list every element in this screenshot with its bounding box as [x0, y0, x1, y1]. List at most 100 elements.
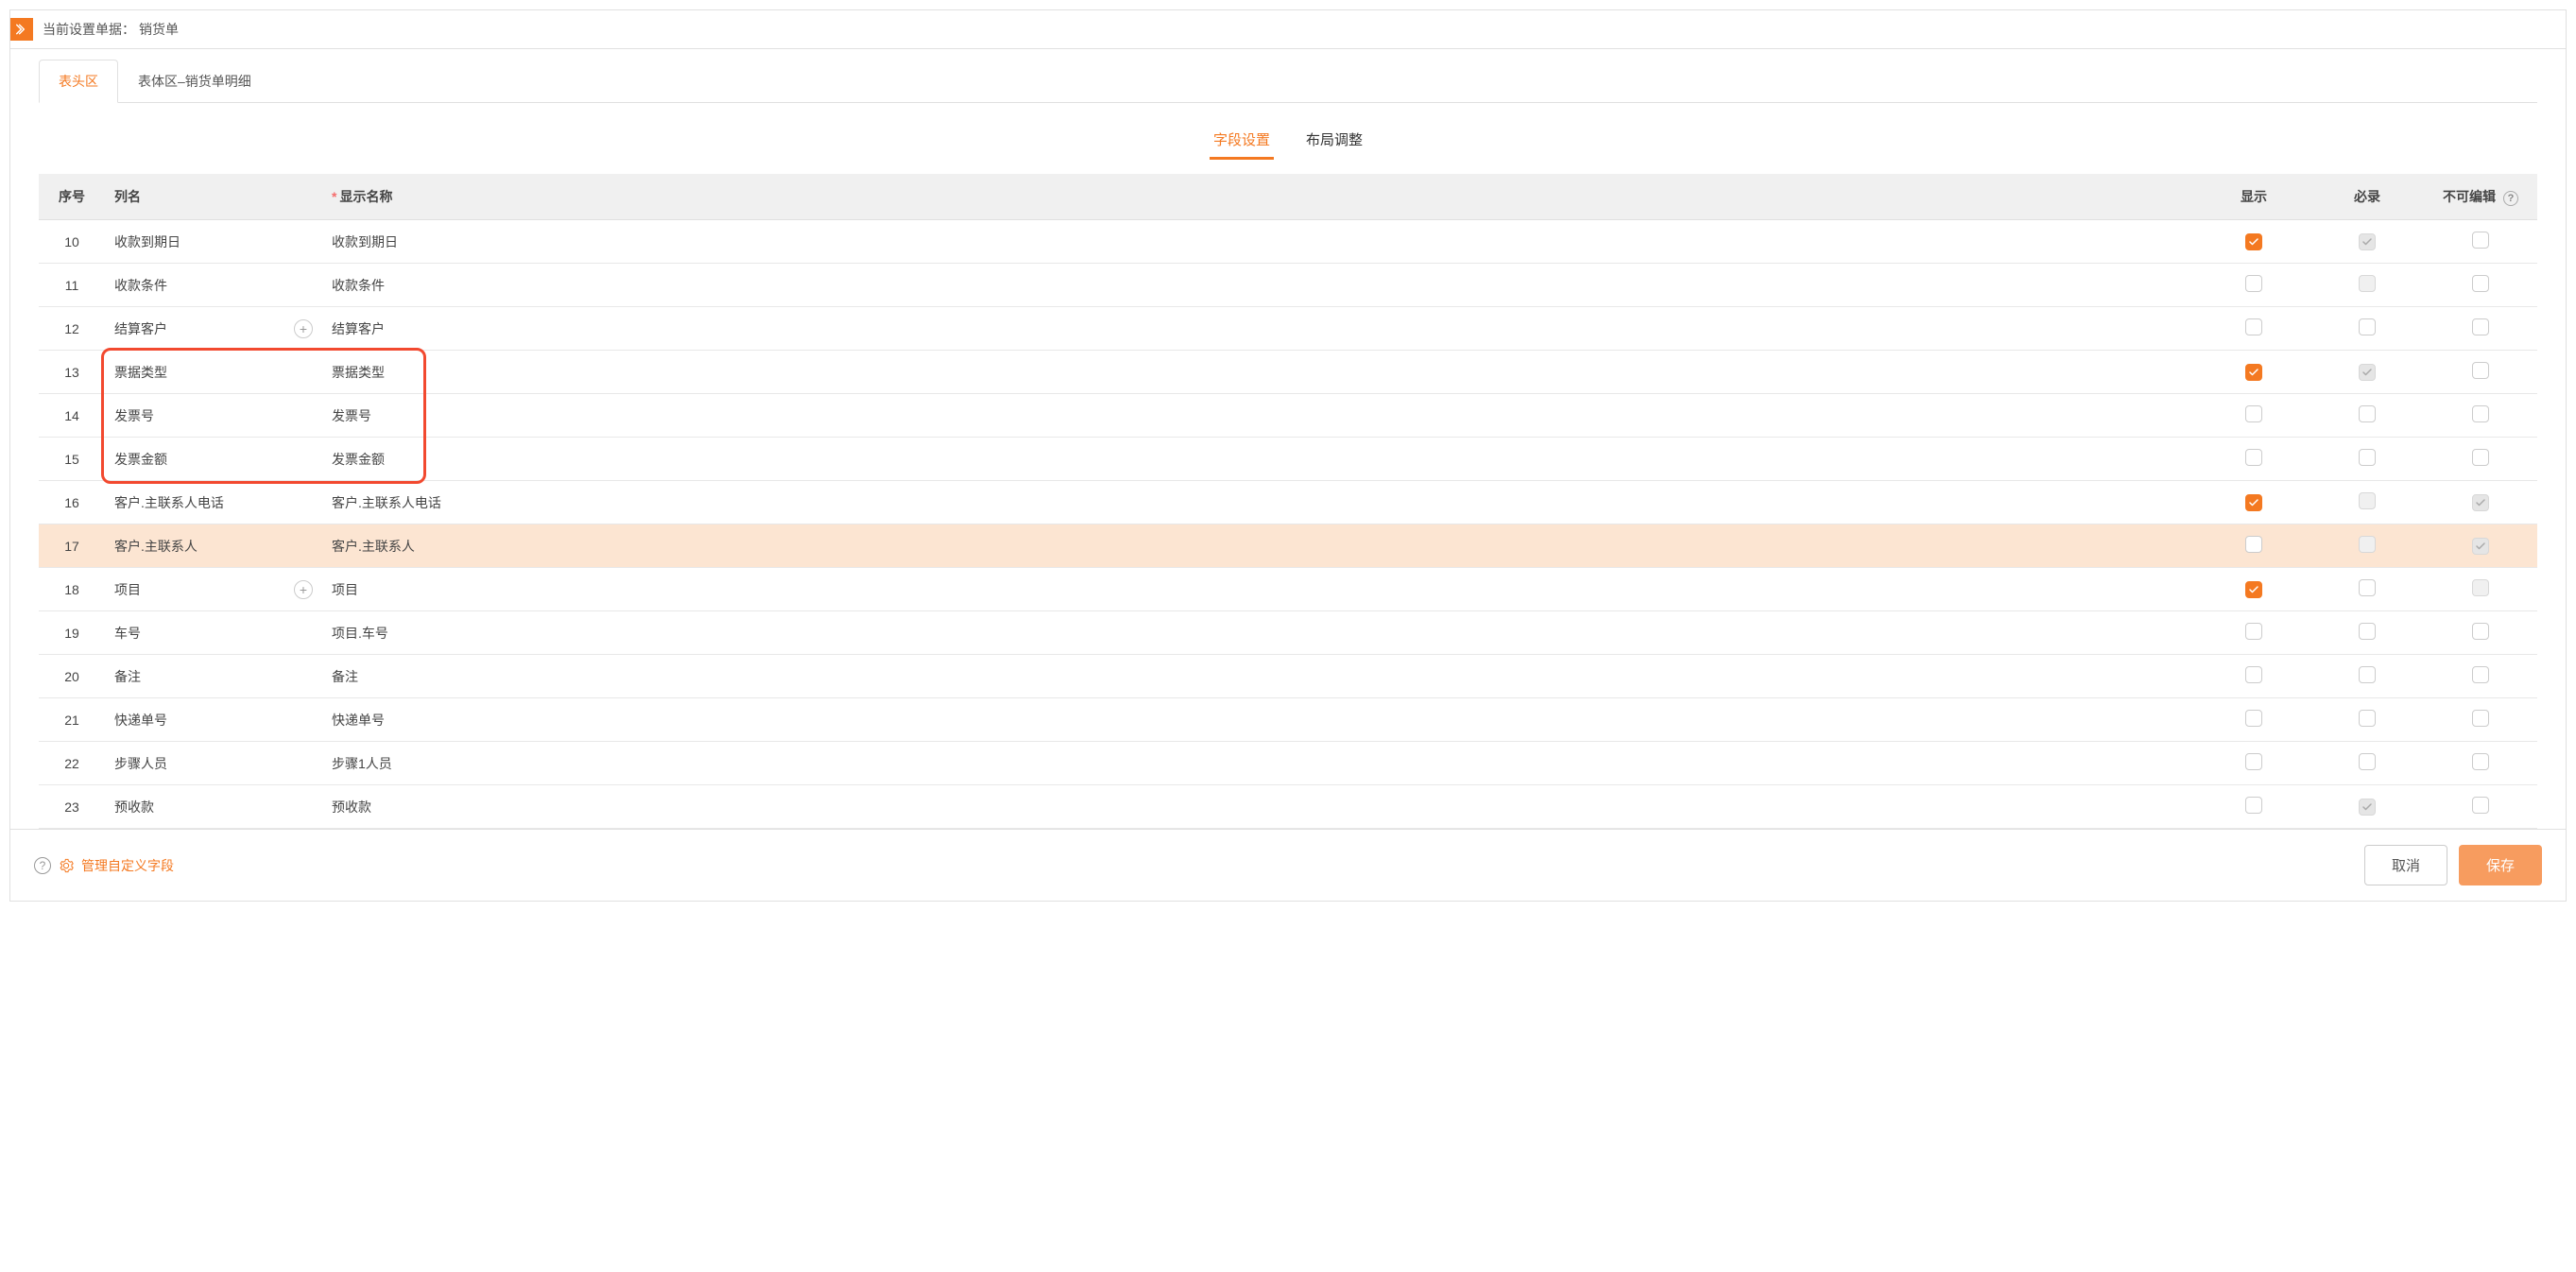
row-seq: 18 — [39, 568, 105, 611]
checkbox-show[interactable] — [2245, 536, 2262, 553]
row-noedit-cell — [2424, 742, 2537, 785]
checkbox-required[interactable] — [2359, 405, 2376, 422]
checkbox-required[interactable] — [2359, 710, 2376, 727]
table-row: 15发票金额发票金额 — [39, 438, 2537, 481]
row-display-name[interactable]: 备注 — [322, 655, 2197, 698]
top-bar: 当前设置单据： 销货单 — [10, 10, 2566, 49]
header-no-edit-text: 不可编辑 — [2443, 189, 2496, 204]
checkbox-required — [2359, 275, 2376, 292]
checkbox-show[interactable] — [2245, 233, 2262, 250]
checkbox-noedit[interactable] — [2472, 449, 2489, 466]
checkbox-noedit[interactable] — [2472, 623, 2489, 640]
checkbox-show[interactable] — [2245, 623, 2262, 640]
checkbox-required[interactable] — [2359, 318, 2376, 335]
row-seq: 22 — [39, 742, 105, 785]
row-display-name[interactable]: 快递单号 — [322, 698, 2197, 742]
checkbox-noedit[interactable] — [2472, 405, 2489, 422]
checkbox-noedit[interactable] — [2472, 362, 2489, 379]
checkbox-show[interactable] — [2245, 364, 2262, 381]
row-required-cell — [2310, 655, 2424, 698]
row-display-name[interactable]: 发票金额 — [322, 438, 2197, 481]
row-display-name[interactable]: 收款到期日 — [322, 220, 2197, 264]
subtab-1[interactable]: 布局调整 — [1302, 122, 1366, 160]
tab-0[interactable]: 表头区 — [39, 60, 118, 103]
row-noedit-cell — [2424, 307, 2537, 351]
row-show-cell — [2197, 742, 2310, 785]
row-col-name: 客户.主联系人 — [105, 524, 322, 568]
checkbox-required[interactable] — [2359, 623, 2376, 640]
checkbox-show[interactable] — [2245, 405, 2262, 422]
checkbox-show[interactable] — [2245, 797, 2262, 814]
checkbox-show[interactable] — [2245, 666, 2262, 683]
row-show-cell — [2197, 438, 2310, 481]
checkbox-show[interactable] — [2245, 710, 2262, 727]
table-row: 17客户.主联系人客户.主联系人 — [39, 524, 2537, 568]
sub-tabs: 字段设置布局调整 — [39, 122, 2537, 160]
checkbox-noedit[interactable] — [2472, 275, 2489, 292]
checkbox-noedit[interactable] — [2472, 666, 2489, 683]
row-seq: 13 — [39, 351, 105, 394]
row-display-name[interactable]: 预收款 — [322, 785, 2197, 829]
row-noedit-cell — [2424, 698, 2537, 742]
row-col-name: 步骤人员 — [105, 742, 322, 785]
row-seq: 15 — [39, 438, 105, 481]
row-show-cell — [2197, 698, 2310, 742]
row-show-cell — [2197, 611, 2310, 655]
checkbox-noedit[interactable] — [2472, 318, 2489, 335]
row-display-name[interactable]: 发票号 — [322, 394, 2197, 438]
checkbox-show[interactable] — [2245, 449, 2262, 466]
row-col-name-text: 发票号 — [114, 406, 154, 425]
row-show-cell — [2197, 524, 2310, 568]
table-row: 22步骤人员步骤1人员 — [39, 742, 2537, 785]
checkbox-required[interactable] — [2359, 666, 2376, 683]
header-no-edit: 不可编辑 ? — [2424, 174, 2537, 220]
row-seq: 11 — [39, 264, 105, 307]
row-show-cell — [2197, 481, 2310, 524]
row-seq: 10 — [39, 220, 105, 264]
table-row: 14发票号发票号 — [39, 394, 2537, 438]
row-display-name[interactable]: 收款条件 — [322, 264, 2197, 307]
row-noedit-cell — [2424, 611, 2537, 655]
checkbox-show[interactable] — [2245, 318, 2262, 335]
checkbox-noedit[interactable] — [2472, 753, 2489, 770]
checkbox-required[interactable] — [2359, 449, 2376, 466]
row-display-name[interactable]: 客户.主联系人 — [322, 524, 2197, 568]
table-row: 19车号项目.车号 — [39, 611, 2537, 655]
checkbox-show[interactable] — [2245, 275, 2262, 292]
tab-1[interactable]: 表体区–销货单明细 — [118, 60, 271, 103]
checkbox-noedit[interactable] — [2472, 710, 2489, 727]
row-col-name: 备注 — [105, 655, 322, 698]
checkbox-show[interactable] — [2245, 581, 2262, 598]
save-button[interactable]: 保存 — [2459, 845, 2542, 885]
header-display-name-text: 显示名称 — [339, 189, 392, 204]
row-show-cell — [2197, 264, 2310, 307]
row-display-name[interactable]: 项目.车号 — [322, 611, 2197, 655]
add-icon[interactable]: + — [294, 319, 313, 338]
header-col-name: 列名 — [105, 174, 322, 220]
checkbox-required[interactable] — [2359, 753, 2376, 770]
row-noedit-cell — [2424, 655, 2537, 698]
checkbox-required — [2359, 492, 2376, 509]
checkbox-show[interactable] — [2245, 753, 2262, 770]
manage-custom-fields-link[interactable]: ? 管理自定义字段 — [34, 856, 174, 875]
row-display-name[interactable]: 结算客户 — [322, 307, 2197, 351]
row-noedit-cell — [2424, 351, 2537, 394]
checkbox-noedit[interactable] — [2472, 232, 2489, 249]
row-display-name[interactable]: 步骤1人员 — [322, 742, 2197, 785]
row-display-name[interactable]: 项目 — [322, 568, 2197, 611]
add-icon[interactable]: + — [294, 580, 313, 599]
row-required-cell — [2310, 742, 2424, 785]
checkbox-noedit[interactable] — [2472, 797, 2489, 814]
row-seq: 16 — [39, 481, 105, 524]
row-noedit-cell — [2424, 481, 2537, 524]
collapse-button[interactable] — [10, 18, 33, 41]
row-display-name[interactable]: 票据类型 — [322, 351, 2197, 394]
row-show-cell — [2197, 655, 2310, 698]
cancel-button[interactable]: 取消 — [2364, 845, 2447, 885]
row-col-name: 快递单号 — [105, 698, 322, 742]
help-icon[interactable]: ? — [2503, 191, 2518, 206]
checkbox-required[interactable] — [2359, 579, 2376, 596]
checkbox-show[interactable] — [2245, 494, 2262, 511]
row-display-name[interactable]: 客户.主联系人电话 — [322, 481, 2197, 524]
subtab-0[interactable]: 字段设置 — [1210, 122, 1274, 160]
